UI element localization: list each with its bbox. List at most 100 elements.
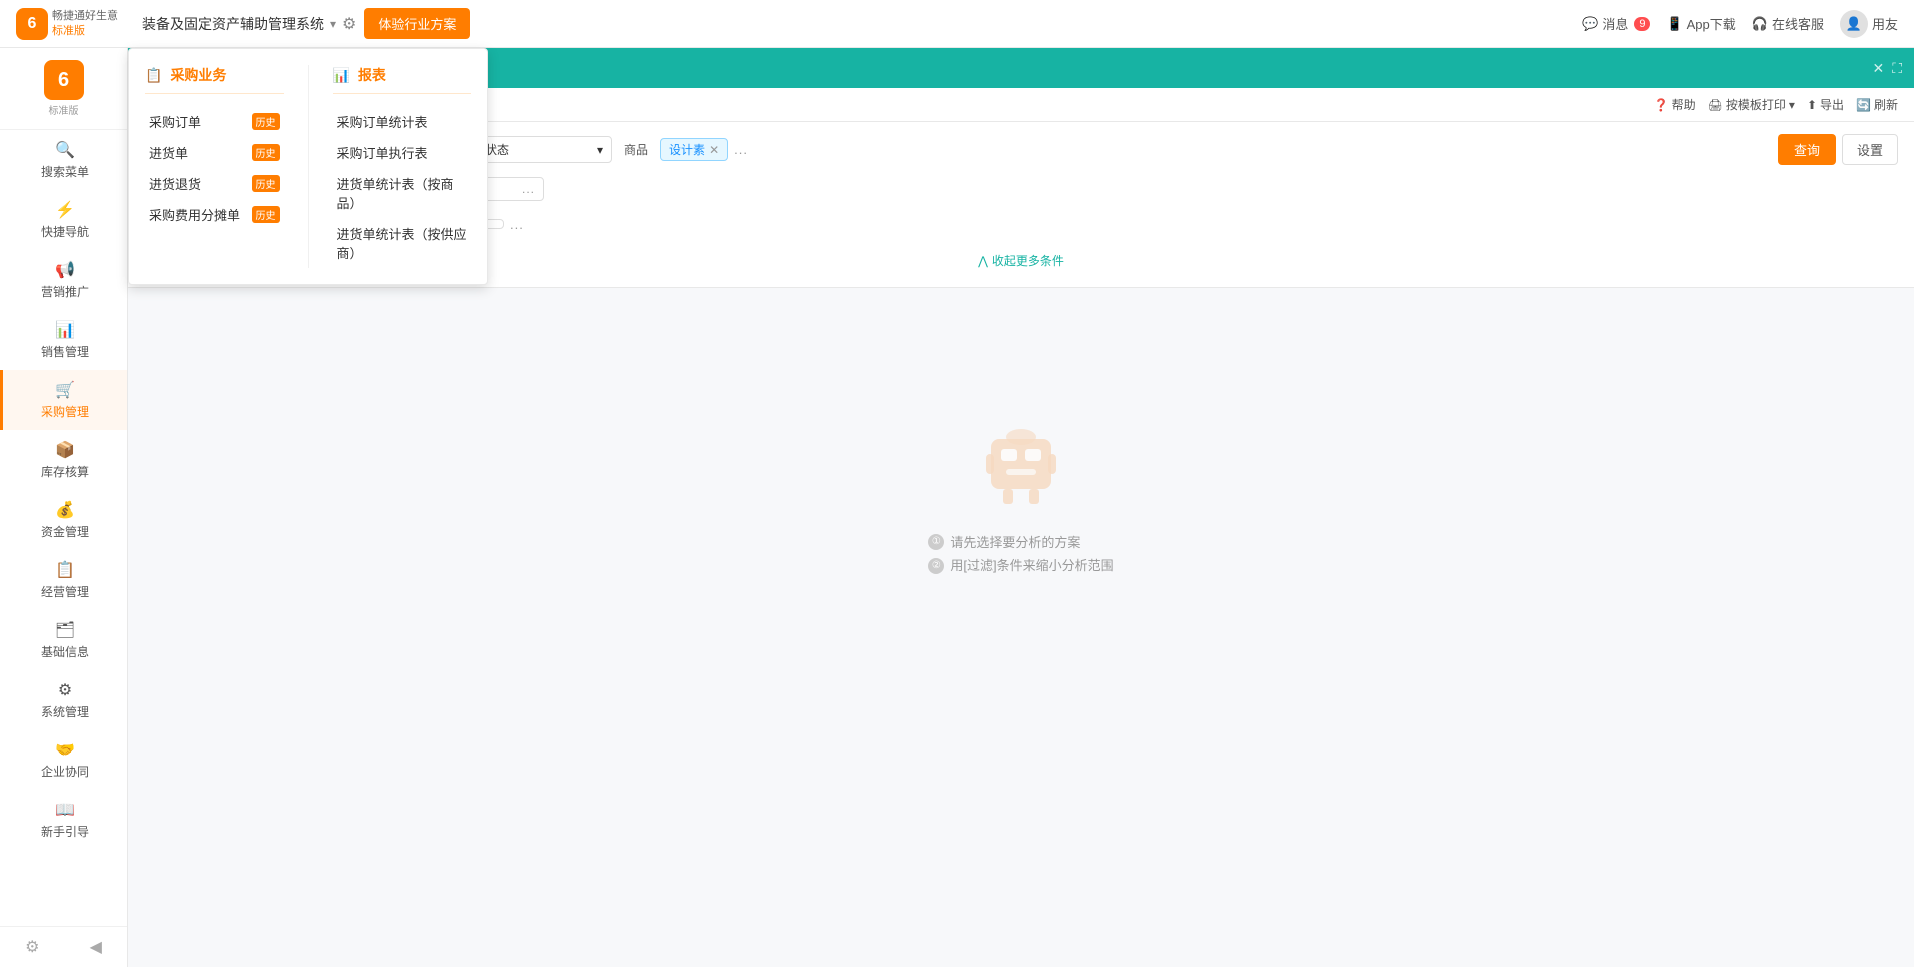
status-select-arrow: ▾ [597, 143, 603, 157]
msg-btn[interactable]: 💬 消息 9 [1582, 14, 1650, 33]
sidebar-collapse-btn[interactable]: ◀ [90, 937, 102, 957]
headset-icon: 🎧 [1752, 16, 1768, 32]
sys-dropdown-arrow[interactable]: ▾ [330, 17, 336, 31]
sidebar-item-purchase[interactable]: 🛒 采购管理 [0, 370, 127, 430]
menu-section-report: 📊 报表 采购订单统计表 采购订单执行表 进货单统计表（按商品） 进货单统计表（… [333, 65, 472, 268]
goods-tag-close[interactable]: ✕ [709, 143, 719, 157]
menu-item-report-1[interactable]: 采购订单执行表 [333, 137, 472, 168]
history-badge-1[interactable]: 历史 [252, 144, 280, 161]
menu-item-purchase-order-label: 采购订单 [149, 112, 201, 131]
query-btn[interactable]: 查询 [1778, 134, 1836, 165]
goods-tag: 设计素 ✕ [660, 138, 728, 161]
tab-bar-right: ✕ ⛶ [1872, 60, 1914, 77]
top-bar: 6 畅捷通好生意 标准版 装备及固定资产辅助管理系统 ▾ ⚙ 体验行业方案 💬 … [0, 0, 1914, 48]
megaphone-icon: 📢 [55, 260, 75, 280]
sidebar-item-guide-label: 新手引导 [41, 823, 89, 840]
sidebar-settings-btn[interactable]: ⚙ [25, 937, 39, 957]
refresh-btn[interactable]: 🔄 刷新 [1856, 96, 1898, 113]
app-logo-icon: 6 [16, 8, 48, 40]
print-icon: 🖨 [1708, 98, 1723, 112]
menu-item-purchase-goods-label: 进货单 [149, 143, 188, 162]
app-download-btn[interactable]: 📱 App下载 [1666, 14, 1735, 33]
chart-icon: 📊 [55, 320, 75, 340]
menu-item-purchase-goods[interactable]: 进货单 历史 [145, 137, 284, 168]
msg-icon: 💬 [1582, 16, 1598, 32]
sidebar-item-nav[interactable]: ⚡ 快捷导航 [0, 190, 127, 250]
lightning-icon: ⚡ [55, 200, 75, 220]
sidebar-item-search-label: 搜索菜单 [41, 163, 89, 180]
menu-item-purchase-order[interactable]: 采购订单 历史 [145, 106, 284, 137]
user-btn[interactable]: 👤 用友 [1840, 10, 1898, 38]
report-item-3-label: 进货单统计表（按供应商） [337, 224, 468, 262]
online-label: 在线客服 [1772, 14, 1824, 33]
sidebar-item-sales-label: 销售管理 [41, 343, 89, 360]
menu-item-report-2[interactable]: 进货单统计表（按商品） [333, 168, 472, 218]
tab-expand-icon[interactable]: ⛶ [1892, 60, 1902, 77]
app-container: 6 畅捷通好生意 标准版 装备及固定资产辅助管理系统 ▾ ⚙ 体验行业方案 💬 … [0, 0, 1914, 967]
sidebar-item-finance-label: 资金管理 [41, 523, 89, 540]
export-btn[interactable]: ⬆ 导出 [1807, 96, 1844, 113]
report-item-1-label: 采购订单执行表 [337, 143, 428, 162]
sidebar-item-enterprise[interactable]: 🤝 企业协同 [0, 730, 127, 790]
menu-item-report-0[interactable]: 采购订单统计表 [333, 106, 472, 137]
purchase-section-title: 采购业务 [170, 65, 226, 85]
goods-dots[interactable]: ... [734, 142, 748, 157]
logo-area: 6 畅捷通好生意 标准版 [16, 8, 118, 40]
top-bar-left: 6 畅捷通好生意 标准版 装备及固定资产辅助管理系统 ▾ ⚙ 体验行业方案 [16, 8, 470, 40]
purchase-section-icon: 📋 [145, 67, 162, 84]
sidebar-item-guide[interactable]: 📖 新手引导 [0, 790, 127, 850]
print-btn[interactable]: 🖨 按模板打印 ▾ [1708, 96, 1795, 113]
clipboard-icon: 📋 [55, 560, 75, 580]
money-icon: 💰 [55, 500, 75, 520]
sidebar-item-finance[interactable]: 💰 资金管理 [0, 490, 127, 550]
sidebar-item-system-label: 系统管理 [41, 703, 89, 720]
refresh-icon: 🔄 [1856, 98, 1871, 112]
sidebar-item-system[interactable]: ⚙ 系统管理 [0, 670, 127, 730]
tab-close-page-icon[interactable]: ✕ [1872, 60, 1884, 77]
customer-dots[interactable]: ... [510, 217, 524, 232]
salesperson-dots[interactable]: ... [522, 182, 535, 196]
sidebar-item-marketing[interactable]: 📢 营销推广 [0, 250, 127, 310]
user-label: 用友 [1872, 14, 1898, 33]
online-service-btn[interactable]: 🎧 在线客服 [1752, 14, 1824, 33]
help-icon: ❓ [1654, 98, 1669, 112]
sidebar-item-marketing-label: 营销推广 [41, 283, 89, 300]
report-section-icon: 📊 [333, 67, 350, 84]
menu-item-purchase-return[interactable]: 进货退货 历史 [145, 168, 284, 199]
history-badge-0[interactable]: 历史 [252, 113, 280, 130]
logo-text: 畅捷通好生意 标准版 [52, 9, 118, 38]
sidebar-item-nav-label: 快捷导航 [41, 223, 89, 240]
menu-item-purchase-expense[interactable]: 采购费用分摊单 历史 [145, 199, 284, 230]
setting-btn[interactable]: 设置 [1842, 134, 1898, 165]
toolbar-right: ❓ 帮助 🖨 按模板打印 ▾ ⬆ 导出 🔄 [1654, 96, 1898, 113]
sidebar-item-operations[interactable]: 📋 经营管理 [0, 550, 127, 610]
sidebar-item-sales[interactable]: 📊 销售管理 [0, 310, 127, 370]
sidebar-item-search[interactable]: 🔍 搜索菜单 [0, 130, 127, 190]
menu-item-report-3[interactable]: 进货单统计表（按供应商） [333, 218, 472, 268]
user-avatar: 👤 [1840, 10, 1868, 38]
sidebar-item-basic-label: 基础信息 [41, 643, 89, 660]
box-icon: 📦 [55, 440, 75, 460]
print-arrow[interactable]: ▾ [1789, 98, 1795, 112]
report-item-0-label: 采购订单统计表 [337, 112, 428, 131]
menu-section-purchase: 📋 采购业务 采购订单 历史 进货单 历史 进货退货 历史 采购费用分摊单 历史 [145, 65, 284, 268]
phone-icon: 📱 [1666, 16, 1682, 32]
gear-icon: ⚙ [58, 680, 72, 700]
sys-settings-icon[interactable]: ⚙ [342, 14, 356, 34]
history-badge-2[interactable]: 历史 [252, 175, 280, 192]
sys-name: 装备及固定资产辅助管理系统 [142, 14, 324, 34]
sidebar-item-purchase-label: 采购管理 [41, 403, 89, 420]
app-label: App下载 [1687, 14, 1736, 33]
msg-label: 消息 [1602, 14, 1628, 33]
handshake-icon: 🤝 [55, 740, 75, 760]
menu-item-purchase-return-label: 进货退货 [149, 174, 201, 193]
sidebar-item-inventory[interactable]: 📦 库存核算 [0, 430, 127, 490]
history-badge-3[interactable]: 历史 [252, 206, 280, 223]
sidebar-item-basic[interactable]: 🗂 基础信息 [0, 610, 127, 670]
empty-hint-2: ② 用[过滤]条件来缩小分析范围 [928, 554, 1113, 577]
report-section-title: 报表 [358, 65, 386, 85]
industry-btn[interactable]: 体验行业方案 [364, 8, 470, 39]
help-btn[interactable]: ❓ 帮助 [1654, 96, 1696, 113]
goods-label: 商品 [624, 141, 648, 158]
goods-tag-text: 设计素 [669, 141, 705, 158]
